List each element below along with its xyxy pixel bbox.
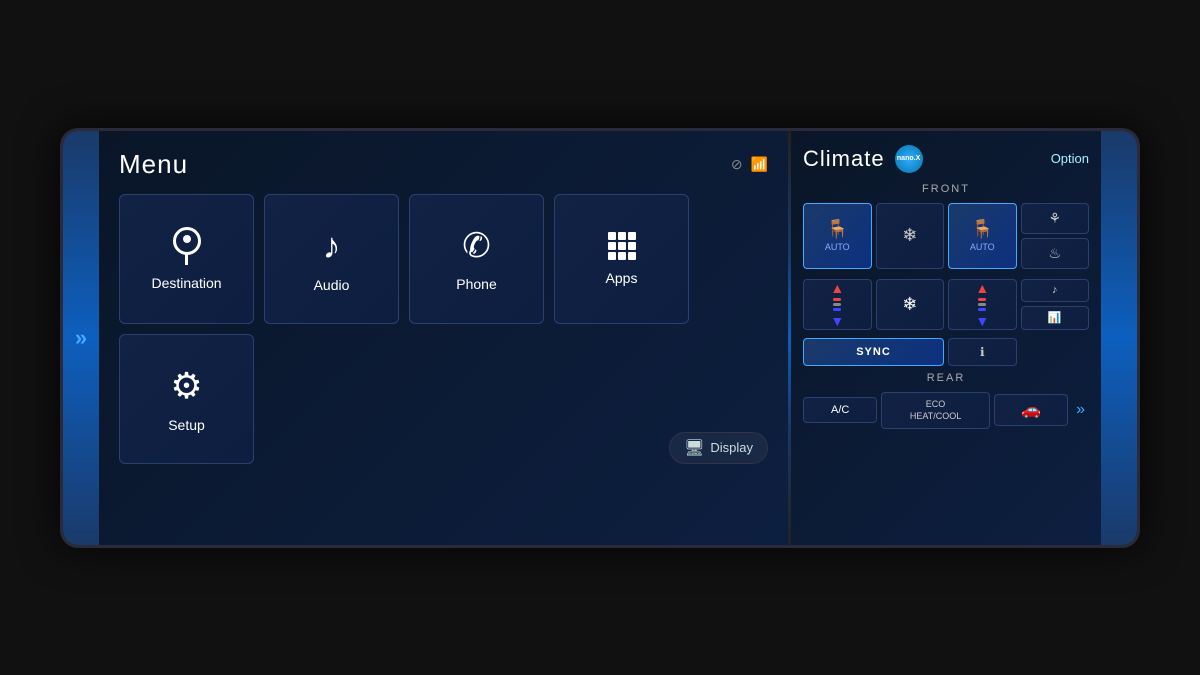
climate-seat-auto[interactable]: 🪑 AUTO (803, 203, 872, 269)
menu-item-setup[interactable]: ⚙ Setup (119, 334, 254, 464)
climate-bottom-controls: A/C ECO HEAT/COOL 🚗 » (803, 392, 1089, 429)
setup-icon: ⚙ (170, 365, 202, 407)
auto-label-2: AUTO (970, 242, 995, 252)
phone-icon: ✆ (462, 226, 491, 266)
signal-icon: 📶 (751, 156, 768, 173)
heat-icon: ♨ (1048, 245, 1061, 262)
climate-fan-speed[interactable]: ❄ (876, 279, 945, 330)
climate-front-controls: 🪑 AUTO ❄ 🪑 AUTO ⚘ ♨ (803, 203, 1089, 269)
climate-section: Climate nano.X Option FRONT 🪑 AUTO ❄ 🪑 A… (791, 131, 1101, 545)
menu-row-1: Destination ♪ Audio ✆ Phone Apps (119, 194, 768, 324)
fan-icon: ❄ (902, 225, 917, 246)
music-icon: ♪ (1052, 284, 1058, 296)
right-accent-bar (1101, 131, 1137, 545)
fan2-icon: ⚘ (1048, 210, 1061, 227)
fan-speed-icon: ❄ (902, 294, 917, 315)
climate-temp-controls: ▲ ▼ ❄ ▲ (803, 279, 1089, 330)
climate-chart-icon-cell[interactable]: 📊 (1021, 306, 1090, 330)
climate-sync-row: SYNC ℹ (803, 338, 1089, 366)
eco-label: ECO HEAT/COOL (884, 398, 986, 423)
seat-heat-icon: 🪑 (826, 219, 848, 240)
climate-info-button[interactable]: ℹ (948, 338, 1017, 366)
climate-rear-label: REAR (803, 372, 1089, 384)
temp-up-right-icon[interactable]: ▲ (975, 280, 989, 296)
menu-item-audio[interactable]: ♪ Audio (264, 194, 399, 324)
climate-header: Climate nano.X Option (803, 145, 1089, 173)
audio-label: Audio (314, 277, 350, 293)
climate-fan[interactable]: ❄ (876, 203, 945, 269)
info-icon: ℹ (980, 345, 985, 359)
eco-button[interactable]: ECO HEAT/COOL (881, 392, 989, 429)
climate-logo-text: nano.X (897, 155, 920, 162)
temp-down-left-icon[interactable]: ▼ (830, 313, 844, 329)
climate-logo: nano.X (895, 145, 923, 173)
climate-chevron-right[interactable]: » (1072, 397, 1089, 423)
destination-icon (171, 227, 203, 265)
climate-music-icon-cell[interactable]: ♪ (1021, 279, 1090, 303)
chart-icon: 📊 (1048, 311, 1062, 324)
climate-auto[interactable]: 🪑 AUTO (948, 203, 1017, 269)
setup-label: Setup (168, 417, 205, 433)
display-label: Display (710, 440, 753, 455)
auto-label-1: AUTO (825, 242, 850, 252)
car-icon-button[interactable]: 🚗 (994, 394, 1068, 426)
climate-front-label: FRONT (803, 183, 1089, 195)
climate-left-temp: ▲ ▼ (803, 279, 872, 330)
climate-extra-1[interactable]: ⚘ (1021, 203, 1090, 234)
climate-extra-2[interactable]: ♨ (1021, 238, 1090, 269)
infotainment-screen: » Menu ⊘ 📶 Destination (60, 128, 1140, 548)
ac-button[interactable]: A/C (803, 397, 877, 423)
climate-option-button[interactable]: Option (1051, 151, 1089, 166)
auto-icon: 🪑 (971, 219, 993, 240)
temp-up-left-icon[interactable]: ▲ (830, 280, 844, 296)
apps-label: Apps (606, 270, 638, 286)
display-icon: 🖥 (684, 438, 704, 458)
destination-label: Destination (151, 275, 221, 291)
display-button[interactable]: 🖥 Display (669, 432, 768, 464)
climate-sync-button[interactable]: SYNC (803, 338, 944, 366)
wifi-icon: ⊘ (731, 156, 743, 173)
apps-icon (608, 232, 636, 260)
climate-right-temp: ▲ ▼ (948, 279, 1017, 330)
menu-row-2: ⚙ Setup 🖥 Display (119, 334, 768, 464)
left-accent-bar: » (63, 131, 99, 545)
status-bar: ⊘ 📶 (731, 156, 768, 173)
audio-icon: ♪ (323, 225, 341, 267)
menu-title: Menu (119, 149, 188, 180)
menu-item-apps[interactable]: Apps (554, 194, 689, 324)
climate-title: Climate (803, 146, 885, 172)
menu-section: Menu ⊘ 📶 Destination ♪ (99, 131, 788, 545)
car-icon: 🚗 (1021, 402, 1041, 419)
phone-label: Phone (456, 276, 496, 292)
left-chevron-icon[interactable]: » (75, 325, 87, 351)
menu-item-phone[interactable]: ✆ Phone (409, 194, 544, 324)
temp-down-right-icon[interactable]: ▼ (975, 313, 989, 329)
menu-item-destination[interactable]: Destination (119, 194, 254, 324)
